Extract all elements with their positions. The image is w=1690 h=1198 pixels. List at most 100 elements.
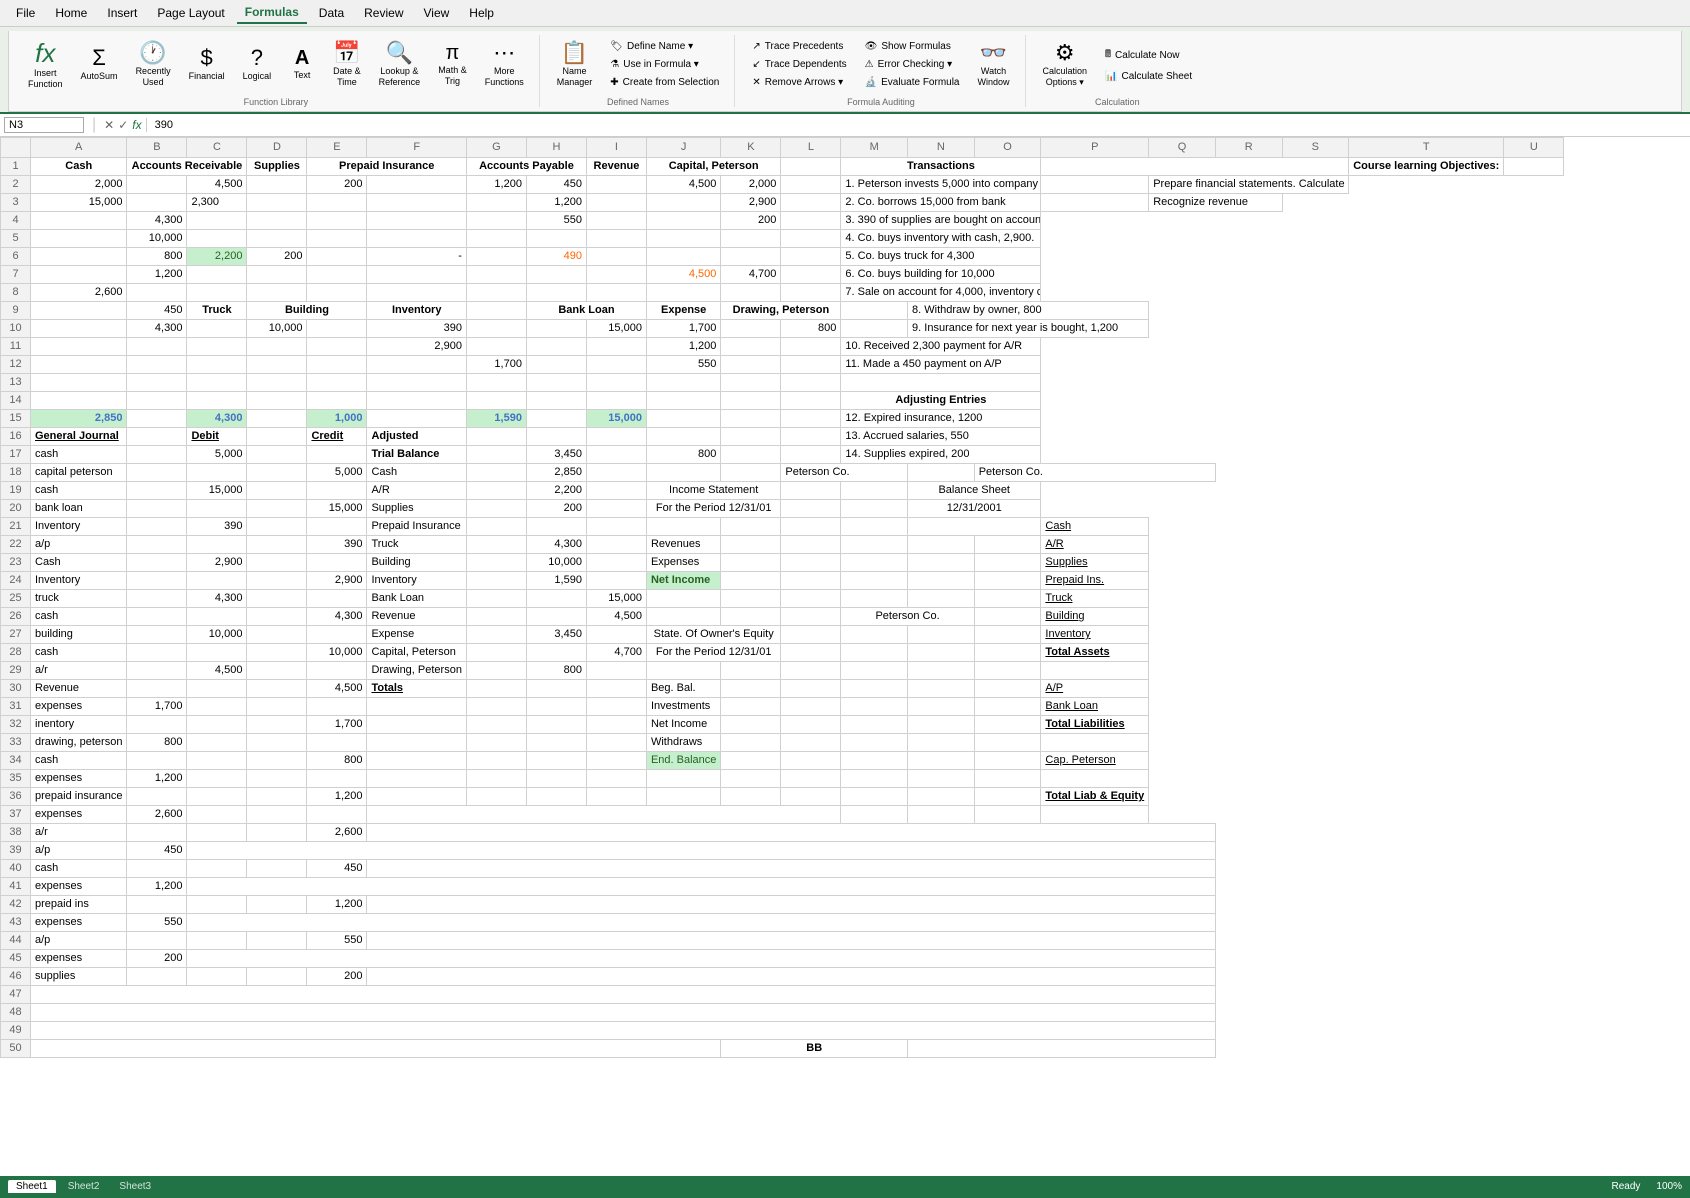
cell-I9[interactable]: Expense (646, 301, 720, 319)
cell-G30[interactable] (466, 679, 526, 697)
cell-L14[interactable] (781, 391, 841, 409)
cell-K4[interactable]: 200 (721, 211, 781, 229)
cell-B4[interactable]: 4,300 (127, 211, 187, 229)
cell-H33[interactable] (526, 733, 586, 751)
cell-Q3[interactable]: Recognize revenue (1149, 193, 1282, 211)
cell-H12[interactable] (526, 355, 586, 373)
cell-C13[interactable] (187, 373, 247, 391)
cell-N31[interactable] (908, 697, 975, 715)
cell-D5[interactable] (247, 229, 307, 247)
cell-A45[interactable]: expenses (31, 949, 127, 967)
cell-C22[interactable] (187, 535, 247, 553)
cell-J23[interactable]: Expenses (646, 553, 720, 571)
cell-H3[interactable]: 1,200 (526, 193, 586, 211)
cell-J19[interactable]: Income Statement (646, 481, 780, 499)
cell-H32[interactable] (526, 715, 586, 733)
cell-D10[interactable]: 10,000 (247, 319, 307, 337)
cell-I32[interactable] (586, 715, 646, 733)
cell-F16[interactable]: Adjusted (367, 427, 467, 445)
cell-L18[interactable]: Peterson Co. (781, 463, 908, 481)
cell-L13[interactable] (781, 373, 841, 391)
cell-E30[interactable]: 4,500 (307, 679, 367, 697)
cell-H35[interactable] (526, 769, 586, 787)
cell-D1[interactable]: Supplies (247, 157, 307, 175)
cell-F35[interactable] (367, 769, 467, 787)
cell-H29[interactable]: 800 (526, 661, 586, 679)
cell-E19[interactable] (307, 481, 367, 499)
cell-I31[interactable] (586, 697, 646, 715)
cell-L24[interactable] (781, 571, 841, 589)
cell-M26[interactable]: Peterson Co. (841, 607, 974, 625)
cell-O25[interactable] (974, 589, 1041, 607)
cell-P25[interactable]: Truck (1041, 589, 1149, 607)
cell-P32[interactable]: Total Liabilities (1041, 715, 1149, 733)
cell-A38[interactable]: a/r (31, 823, 127, 841)
cell-K25[interactable] (721, 589, 781, 607)
cell-O26[interactable] (974, 607, 1041, 625)
col-header-K[interactable]: K (721, 137, 781, 157)
cell-I7[interactable] (586, 265, 646, 283)
cell-A34[interactable]: cash (31, 751, 127, 769)
cell-F13[interactable] (367, 373, 467, 391)
cell-K26[interactable] (721, 607, 781, 625)
cell-B21[interactable] (127, 517, 187, 535)
cell-G26[interactable] (466, 607, 526, 625)
cell-O36[interactable] (974, 787, 1041, 805)
cell-K30[interactable] (721, 679, 781, 697)
cell-L10[interactable] (841, 319, 908, 337)
watch-window-button[interactable]: 👓 WatchWindow (971, 37, 1017, 93)
cell-F29[interactable]: Drawing, Peterson (367, 661, 467, 679)
cell-L36[interactable] (781, 787, 841, 805)
cell-A39[interactable]: a/p (31, 841, 127, 859)
cell-H7[interactable] (526, 265, 586, 283)
cell-J10b[interactable] (721, 319, 781, 337)
cell-L1[interactable] (781, 157, 841, 175)
menu-formulas[interactable]: Formulas (237, 2, 307, 24)
cell-E6[interactable] (307, 247, 367, 265)
cell-D16[interactable] (247, 427, 307, 445)
cell-F18[interactable]: Cash (367, 463, 467, 481)
menu-help[interactable]: Help (461, 3, 502, 23)
cell-E10[interactable] (307, 319, 367, 337)
cell-E14[interactable] (307, 391, 367, 409)
cell-H2[interactable]: 450 (526, 175, 586, 193)
cell-E23[interactable] (307, 553, 367, 571)
col-header-L[interactable]: L (781, 137, 841, 157)
cell-A26[interactable]: cash (31, 607, 127, 625)
cell-L26[interactable] (781, 607, 841, 625)
cell-D46[interactable] (247, 967, 307, 985)
menu-page-layout[interactable]: Page Layout (149, 3, 232, 23)
cell-A11[interactable] (31, 337, 127, 355)
cell-D30[interactable] (247, 679, 307, 697)
cell-G16[interactable] (466, 427, 526, 445)
cell-B46[interactable] (127, 967, 187, 985)
col-header-C[interactable]: C (187, 137, 247, 157)
cell-D32[interactable] (247, 715, 307, 733)
col-header-B[interactable]: B (127, 137, 187, 157)
cell-E31[interactable] (307, 697, 367, 715)
cell-G10[interactable] (466, 319, 526, 337)
cell-C12[interactable] (187, 355, 247, 373)
cell-C3[interactable]: 2,300 (187, 193, 247, 211)
cell-E37[interactable] (307, 805, 367, 823)
cell-C23[interactable]: 2,900 (187, 553, 247, 571)
cell-L15[interactable] (781, 409, 841, 427)
autosum-button[interactable]: Σ AutoSum (74, 42, 125, 87)
col-header-E[interactable]: E (307, 137, 367, 157)
cell-A22[interactable]: a/p (31, 535, 127, 553)
cell-F6[interactable]: - (367, 247, 467, 265)
cell-F5[interactable] (367, 229, 467, 247)
cell-J26[interactable] (646, 607, 720, 625)
cell-H13[interactable] (526, 373, 586, 391)
cell-I8[interactable] (586, 283, 646, 301)
cell-H9[interactable]: Bank Loan (526, 301, 646, 319)
cell-M1[interactable]: Transactions (841, 157, 1041, 175)
trace-precedents-button[interactable]: ↗ Trace Precedents (745, 38, 853, 55)
cell-E4[interactable] (307, 211, 367, 229)
cell-F33[interactable] (367, 733, 467, 751)
cell-G25[interactable] (466, 589, 526, 607)
cell-M31[interactable] (841, 697, 908, 715)
cell-D3[interactable] (247, 193, 307, 211)
cell-A44[interactable]: a/p (31, 931, 127, 949)
cell-H21[interactable] (526, 517, 586, 535)
